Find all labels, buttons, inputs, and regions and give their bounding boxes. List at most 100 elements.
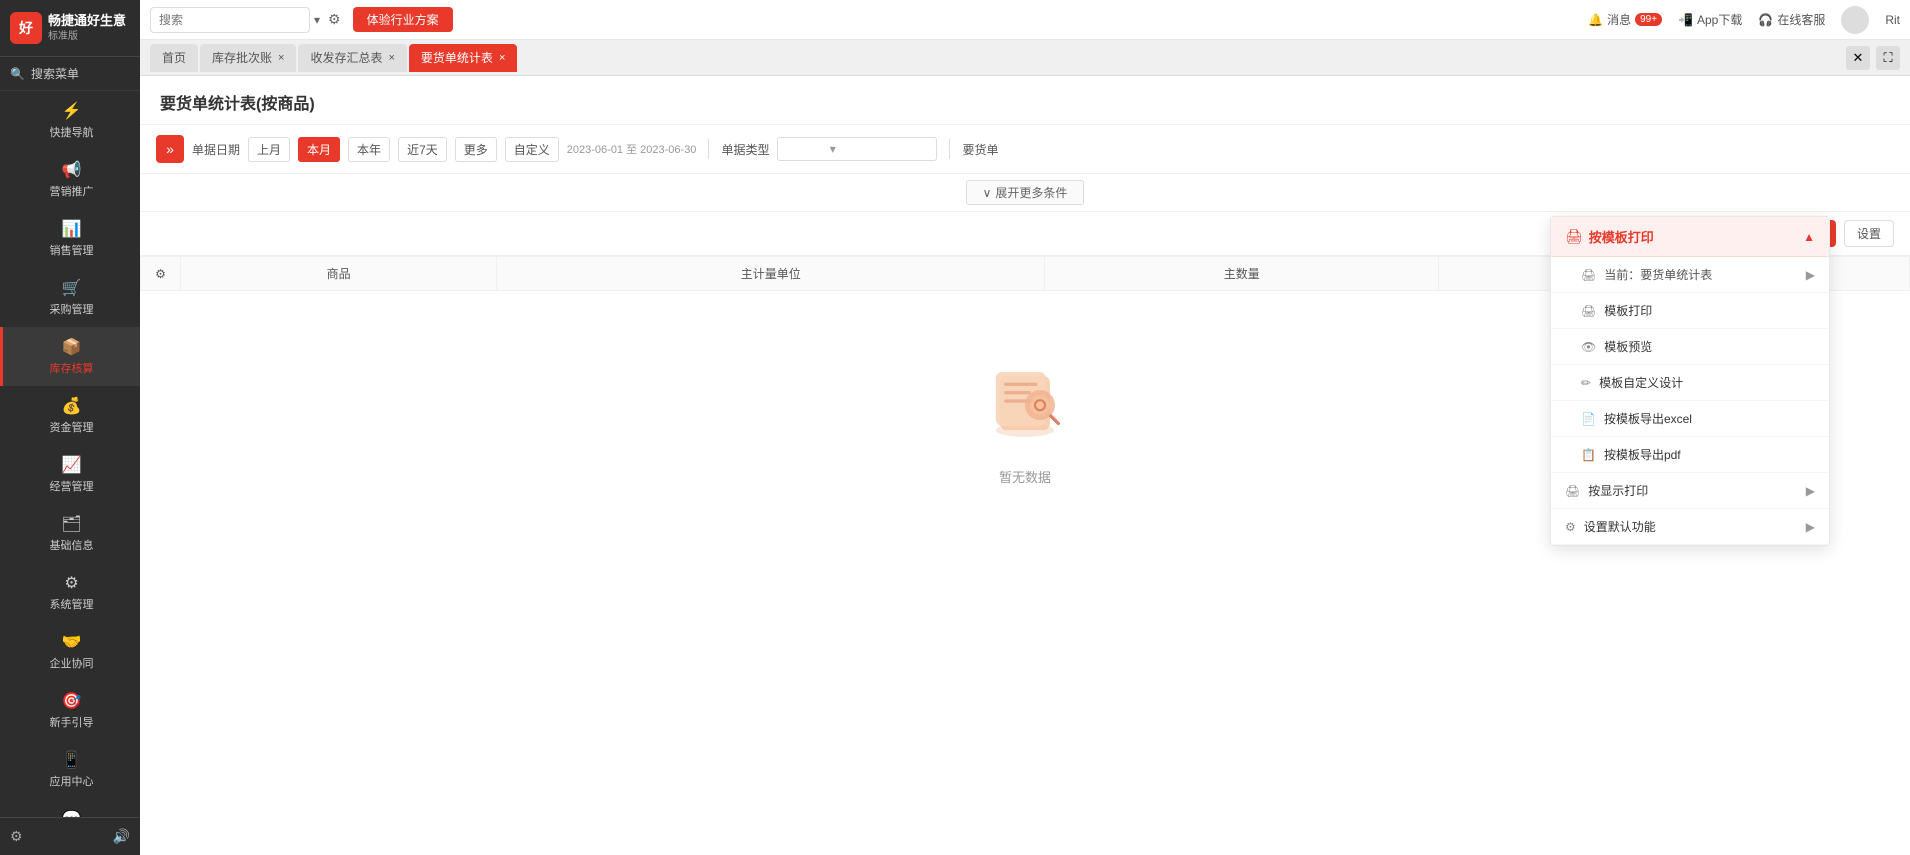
template-excel-icon: 📄 [1581, 412, 1596, 426]
bell-icon: 🔔 [1588, 13, 1603, 27]
date-btn-current-month[interactable]: 本月 [298, 137, 340, 162]
sound-footer-icon[interactable]: 🔊 [113, 828, 130, 845]
print-template-export-pdf-item[interactable]: 📋 按模板导出pdf [1551, 437, 1829, 473]
date-btn-last-7-days[interactable]: 近7天 [398, 137, 447, 162]
print-template-preview-item[interactable]: 👁 模板预览 [1551, 329, 1829, 365]
sidebar-item-label: 资金管理 [50, 419, 94, 435]
template-excel-label: 按模板导出excel [1604, 410, 1692, 427]
template-preview-label: 模板预览 [1604, 338, 1652, 355]
user-avatar[interactable] [1841, 6, 1869, 34]
page-title: 要货单统计表(按商品) [160, 96, 315, 113]
col-product: 商品 [181, 257, 497, 291]
print-template-export-excel-item[interactable]: 📄 按模板导出excel [1551, 401, 1829, 437]
enterprise-icon: 🤝 [62, 632, 82, 652]
tab-home-label: 首页 [162, 49, 186, 66]
tabs-actions: ✕ ⛶ [1846, 46, 1900, 70]
tab-close-window-button[interactable]: ✕ [1846, 46, 1870, 70]
print-template-print-item[interactable]: 🖨 模板打印 [1551, 293, 1829, 329]
app-logo-text: 畅捷通好生意 标准版 [48, 13, 126, 43]
tab-inventory-batch-label: 库存批次账 [212, 49, 272, 66]
date-btn-last-month[interactable]: 上月 [248, 137, 290, 162]
headset-icon: 🎧 [1758, 13, 1773, 27]
online-service-label: 在线客服 [1777, 11, 1825, 28]
current-template-arrow: ▶ [1806, 268, 1815, 282]
date-btn-custom[interactable]: 自定义 [505, 137, 559, 162]
sidebar-item-label: 采购管理 [50, 301, 94, 317]
sidebar-item-sales[interactable]: 📊 销售管理 [0, 209, 140, 268]
sidebar-item-enterprise-wechat[interactable]: 💬 企业微信 [0, 799, 140, 817]
expand-more-button[interactable]: ∨ 展开更多条件 [966, 180, 1085, 205]
print-menu-icon: 🖨 [1565, 228, 1583, 245]
sidebar-item-beginner[interactable]: 🎯 新手引导 [0, 681, 140, 740]
sidebar-item-label: 新手引导 [50, 714, 94, 730]
col-settings[interactable]: ⚙ [141, 257, 181, 291]
print-dropdown-header[interactable]: 🖨 按模板打印 ▲ [1551, 217, 1829, 257]
print-template-custom-item[interactable]: ✏ 模板自定义设计 [1551, 365, 1829, 401]
sidebar-item-marketing[interactable]: 📢 营销推广 [0, 150, 140, 209]
settings-footer-icon[interactable]: ⚙ [10, 828, 23, 845]
download-icon: 📲 [1678, 13, 1693, 27]
sidebar: 好 畅捷通好生意 标准版 🔍 搜索菜单 ⚡ 快捷导航 📢 营销推广 📊 销售管理… [0, 0, 140, 855]
tab-order-stats-label: 要货单统计表 [421, 49, 493, 66]
sidebar-item-app-center[interactable]: 📱 应用中心 [0, 740, 140, 799]
print-menu-arrow: ▲ [1803, 230, 1815, 244]
tab-receipt-summary-close[interactable]: × [388, 52, 394, 64]
app-download-button[interactable]: 📲 App下载 [1678, 11, 1742, 28]
print-set-default-item[interactable]: ⚙ 设置默认功能 ▶ [1551, 509, 1829, 545]
date-btn-more[interactable]: 更多 [455, 137, 497, 162]
trial-button[interactable]: 体验行业方案 [353, 7, 453, 32]
sidebar-item-label: 库存核算 [50, 360, 94, 376]
search-icon: 🔍 [10, 67, 25, 81]
empty-text: 暂无数据 [999, 467, 1051, 486]
date-btn-current-year[interactable]: 本年 [348, 137, 390, 162]
sidebar-item-quick-nav[interactable]: ⚡ 快捷导航 [0, 91, 140, 150]
topbar-gear-icon[interactable]: ⚙ [328, 11, 341, 28]
print-display-print-item[interactable]: 🖨 按显示打印 ▶ [1551, 473, 1829, 509]
set-default-label: 设置默认功能 [1584, 518, 1656, 535]
table-settings-icon[interactable]: ⚙ [155, 267, 166, 281]
print-current-template[interactable]: 🖨 当前：要货单统计表 ▶ [1551, 257, 1829, 293]
main-content: ▾ ⚙ 体验行业方案 🔔 消息 99+ 📲 App下载 🎧 在线客服 Rit 首… [140, 0, 1910, 855]
beginner-icon: 🎯 [62, 691, 82, 711]
sidebar-item-purchase[interactable]: 🛒 采购管理 [0, 268, 140, 327]
online-service-button[interactable]: 🎧 在线客服 [1758, 11, 1825, 28]
finance-icon: 💰 [62, 396, 82, 416]
tab-maximize-button[interactable]: ⛶ [1876, 46, 1900, 70]
tab-order-stats-close[interactable]: × [499, 52, 505, 64]
sidebar-item-system[interactable]: ⚙ 系统管理 [0, 563, 140, 622]
filter-expand-button[interactable]: » [156, 135, 184, 163]
sidebar-search[interactable]: 🔍 搜索菜单 [0, 57, 140, 91]
topbar-search-input[interactable] [150, 7, 310, 33]
sidebar-item-operations[interactable]: 📈 经营管理 [0, 445, 140, 504]
tab-receipt-summary-label: 收发存汇总表 [310, 49, 382, 66]
doc-type-value [786, 142, 789, 156]
tab-inventory-batch[interactable]: 库存批次账 × [200, 44, 296, 72]
template-preview-icon: 👁 [1581, 340, 1596, 354]
display-print-label: 按显示打印 [1588, 482, 1648, 499]
tab-order-stats[interactable]: 要货单统计表 × [409, 44, 517, 72]
quick-nav-icon: ⚡ [62, 101, 82, 121]
messages-button[interactable]: 🔔 消息 99+ [1588, 11, 1662, 28]
order-status-label: 要货单 [962, 141, 998, 158]
tab-receipt-summary[interactable]: 收发存汇总表 × [298, 44, 406, 72]
doc-type-dropdown[interactable]: ▾ [777, 137, 937, 161]
topbar-right: 🔔 消息 99+ 📲 App下载 🎧 在线客服 Rit [1588, 6, 1900, 34]
topbar-dropdown-icon[interactable]: ▾ [314, 13, 320, 27]
sidebar-item-enterprise[interactable]: 🤝 企业协同 [0, 622, 140, 681]
sidebar-nav: ⚡ 快捷导航 📢 营销推广 📊 销售管理 🛒 采购管理 📦 库存核算 💰 资金管… [0, 91, 140, 817]
sidebar-item-basic[interactable]: 🗂 基础信息 [0, 504, 140, 563]
tab-home[interactable]: 首页 [150, 44, 198, 72]
tabs-bar: 首页 库存批次账 × 收发存汇总表 × 要货单统计表 × ✕ ⛶ [140, 40, 1910, 76]
sidebar-item-label: 快捷导航 [50, 124, 94, 140]
sidebar-item-label: 营销推广 [50, 183, 94, 199]
tab-inventory-batch-close[interactable]: × [278, 52, 284, 64]
sidebar-item-label: 基础信息 [50, 537, 94, 553]
print-menu-title: 按模板打印 [1589, 227, 1803, 246]
app-brand: 畅捷通好生意 [48, 13, 126, 30]
inventory-icon: 📦 [62, 337, 82, 357]
sidebar-item-inventory[interactable]: 📦 库存核算 [0, 327, 140, 386]
date-range-display: 2023-06-01 至 2023-06-30 [567, 141, 697, 157]
sidebar-item-finance[interactable]: 💰 资金管理 [0, 386, 140, 445]
settings-button[interactable]: 设置 [1844, 220, 1894, 247]
user-name[interactable]: Rit [1885, 13, 1900, 27]
